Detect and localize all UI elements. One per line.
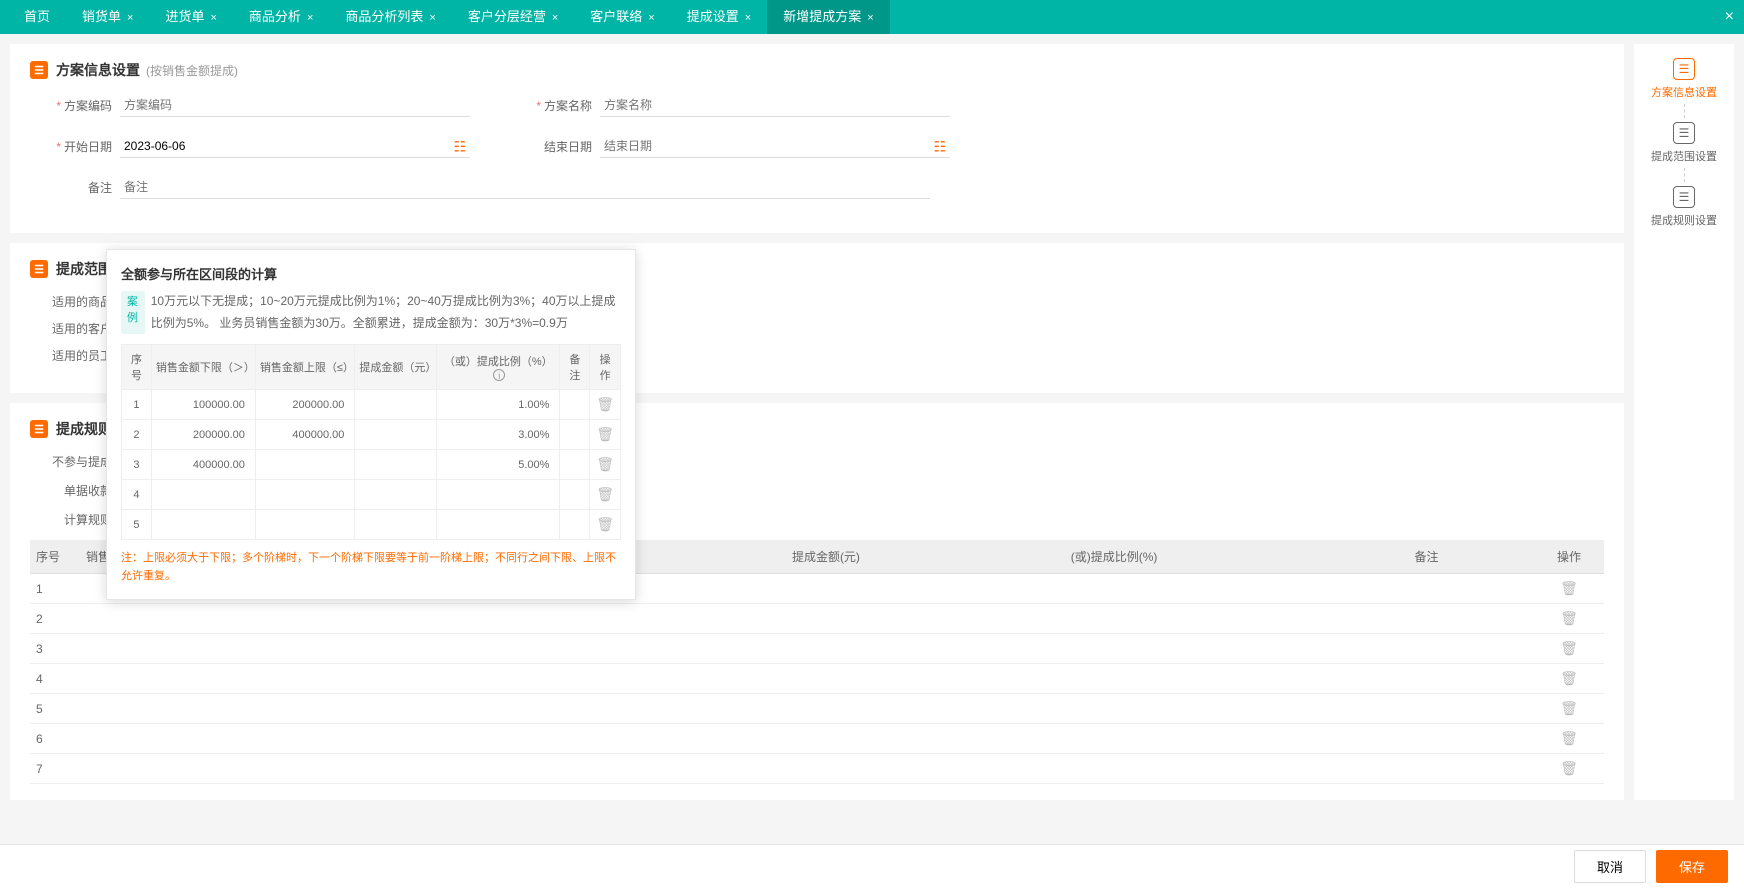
col-action: 操作 xyxy=(1534,540,1604,574)
table-row: 3400000.005.00%🗑 xyxy=(122,450,621,480)
delete-icon[interactable]: 🗑 xyxy=(1560,670,1578,686)
case-tag: 案例 xyxy=(121,291,145,334)
delete-icon[interactable]: 🗑 xyxy=(596,396,614,412)
tab-sales[interactable]: 销货单× xyxy=(66,0,149,34)
label-name: *方案名称 xyxy=(510,97,600,114)
info-icon: i xyxy=(493,369,505,381)
close-icon[interactable]: × xyxy=(210,12,216,24)
tt-col-amt: 提成金额（元） xyxy=(355,345,437,390)
tt-col-high: 销售金额上限（≤） xyxy=(255,345,355,390)
tt-col-action: 操作 xyxy=(590,345,621,390)
anchor-icon: ☰ xyxy=(1673,58,1695,80)
save-button[interactable]: 保存 xyxy=(1656,850,1728,883)
section-icon: ☰ xyxy=(30,61,48,79)
delete-icon[interactable]: 🗑 xyxy=(1560,700,1578,716)
delete-icon[interactable]: 🗑 xyxy=(596,486,614,502)
tab-customer-contact[interactable]: 客户联络× xyxy=(574,0,670,34)
input-start-date[interactable] xyxy=(120,135,470,158)
tab-goods-analysis[interactable]: 商品分析× xyxy=(233,0,329,34)
delete-icon[interactable]: 🗑 xyxy=(596,426,614,442)
delete-icon[interactable]: 🗑 xyxy=(1560,640,1578,656)
tab-purchase[interactable]: 进货单× xyxy=(149,0,232,34)
input-remark[interactable] xyxy=(120,176,930,199)
table-row: 5🗑 xyxy=(122,510,621,540)
tt-col-low: 销售金额下限（＞） xyxy=(151,345,255,390)
table-row[interactable]: 3🗑 xyxy=(30,634,1604,664)
label-code: *方案编码 xyxy=(30,97,120,114)
col-amount: 提成金额(元) xyxy=(786,540,1065,574)
close-icon[interactable]: × xyxy=(745,12,751,24)
delete-icon[interactable]: 🗑 xyxy=(1560,730,1578,746)
table-row: 2200000.00400000.003.00%🗑 xyxy=(122,420,621,450)
close-icon[interactable]: × xyxy=(867,12,873,24)
calendar-icon[interactable]: ☷ xyxy=(933,138,946,155)
col-remark: 备注 xyxy=(1408,540,1534,574)
tooltip-table: 序号 销售金额下限（＞） 销售金额上限（≤） 提成金额（元） （或）提成比例（%… xyxy=(121,344,621,540)
close-icon[interactable]: × xyxy=(648,12,654,24)
tab-new-commission[interactable]: 新增提成方案× xyxy=(767,0,889,34)
tab-commission-setting[interactable]: 提成设置× xyxy=(671,0,767,34)
delete-icon[interactable]: 🗑 xyxy=(1560,610,1578,626)
table-row[interactable]: 7🗑 xyxy=(30,754,1604,784)
tab-goods-analysis-list[interactable]: 商品分析列表× xyxy=(329,0,451,34)
section-icon: ☰ xyxy=(30,260,48,278)
close-icon[interactable]: × xyxy=(307,12,313,24)
tab-bar: 首页 销货单× 进货单× 商品分析× 商品分析列表× 客户分层经营× 客户联络×… xyxy=(0,0,1744,34)
tooltip-note: 注：上限必须大于下限；多个阶梯时，下一个阶梯下限要等于前一阶梯上限；不同行之间下… xyxy=(121,550,621,585)
tt-col-idx: 序号 xyxy=(122,345,152,390)
close-icon[interactable]: × xyxy=(552,12,558,24)
input-end-date[interactable] xyxy=(600,135,950,158)
anchor-icon: ☰ xyxy=(1673,122,1695,144)
label-end-date: 结束日期 xyxy=(510,138,600,155)
tt-col-rate: （或）提成比例（%）i xyxy=(437,345,560,390)
delete-icon[interactable]: 🗑 xyxy=(1560,760,1578,776)
panel-title: ☰ 方案信息设置 (按销售金额提成) xyxy=(30,60,1604,80)
footer-bar: 取消 保存 xyxy=(0,844,1744,888)
tooltip-popover: 全额参与所在区间段的计算 案例 10万元以下无提成；10~20万元提成比例为1%… xyxy=(106,249,636,600)
close-icon[interactable]: × xyxy=(127,12,133,24)
panel-plan-info: ☰ 方案信息设置 (按销售金额提成) *方案编码 *方案名称 *开始日期 xyxy=(10,44,1624,233)
anchor-plan-info[interactable]: ☰ 方案信息设置 xyxy=(1651,58,1717,100)
tab-home[interactable]: 首页 xyxy=(8,0,66,34)
anchor-rules[interactable]: ☰ 提成规则设置 xyxy=(1651,186,1717,228)
input-code[interactable] xyxy=(120,94,470,117)
close-all-icon[interactable]: × xyxy=(1725,8,1734,26)
table-row[interactable]: 5🗑 xyxy=(30,694,1604,724)
col-idx: 序号 xyxy=(30,540,80,574)
tab-customer-tier[interactable]: 客户分层经营× xyxy=(452,0,574,34)
table-row[interactable]: 6🗑 xyxy=(30,724,1604,754)
input-name[interactable] xyxy=(600,94,950,117)
label-remark: 备注 xyxy=(30,179,120,196)
delete-icon[interactable]: 🗑 xyxy=(1560,580,1578,596)
close-icon[interactable]: × xyxy=(429,12,435,24)
table-row[interactable]: 4🗑 xyxy=(30,664,1604,694)
anchor-icon: ☰ xyxy=(1673,186,1695,208)
anchor-scope[interactable]: ☰ 提成范围设置 xyxy=(1651,122,1717,164)
table-row: 1100000.00200000.001.00%🗑 xyxy=(122,390,621,420)
anchor-nav: ☰ 方案信息设置 ☰ 提成范围设置 ☰ 提成规则设置 xyxy=(1634,44,1734,800)
tooltip-title: 全额参与所在区间段的计算 xyxy=(121,264,621,283)
section-icon: ☰ xyxy=(30,420,48,438)
delete-icon[interactable]: 🗑 xyxy=(596,516,614,532)
cancel-button[interactable]: 取消 xyxy=(1574,850,1646,883)
tooltip-desc: 10万元以下无提成；10~20万元提成比例为1%；20~40万提成比例为3%；4… xyxy=(151,291,621,334)
delete-icon[interactable]: 🗑 xyxy=(596,456,614,472)
table-row: 4🗑 xyxy=(122,480,621,510)
calendar-icon[interactable]: ☷ xyxy=(453,138,466,155)
label-start-date: *开始日期 xyxy=(30,138,120,155)
tt-col-remark: 备注 xyxy=(560,345,590,390)
table-row[interactable]: 2🗑 xyxy=(30,604,1604,634)
col-rate: (或)提成比例(%) xyxy=(1065,540,1409,574)
